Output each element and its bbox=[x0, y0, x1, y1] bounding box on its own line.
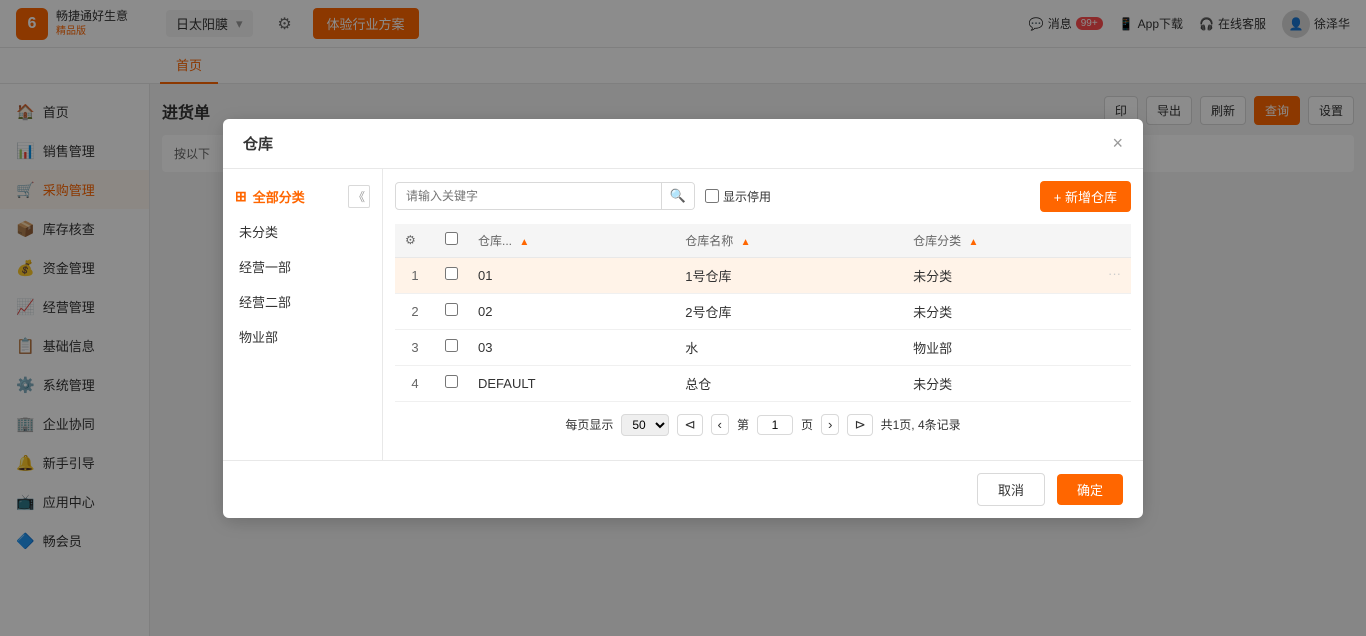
row-category: 未分类 bbox=[903, 293, 1131, 329]
table-row[interactable]: 4 DEFAULT 总仓 未分类 bbox=[395, 365, 1131, 401]
modal-footer: 取消 确定 bbox=[223, 460, 1143, 518]
table-header-row: ⚙ 仓库... ▲ 仓库名称 ▲ bbox=[395, 224, 1131, 258]
row-check bbox=[435, 365, 468, 401]
th-gear: ⚙ bbox=[395, 224, 435, 258]
modal-header: 仓库 × bbox=[223, 119, 1143, 169]
th-check bbox=[435, 224, 468, 258]
row-name: 2号仓库 bbox=[675, 293, 903, 329]
row-checkbox-2[interactable] bbox=[445, 303, 458, 316]
row-checkbox-3[interactable] bbox=[445, 339, 458, 352]
category-header: ⊞ 全部分类 《 bbox=[223, 179, 382, 214]
category-item-ops2[interactable]: 经营二部 bbox=[223, 284, 382, 319]
grid-icon: ⊞ bbox=[235, 188, 247, 205]
warehouse-table: ⚙ 仓库... ▲ 仓库名称 ▲ bbox=[395, 224, 1131, 402]
per-page-select[interactable]: 50 bbox=[621, 414, 669, 436]
row-name: 水 bbox=[675, 329, 903, 365]
page-next-button[interactable]: › bbox=[821, 414, 839, 435]
row-check bbox=[435, 293, 468, 329]
confirm-button[interactable]: 确定 bbox=[1057, 474, 1123, 505]
table-row[interactable]: 2 02 2号仓库 未分类 bbox=[395, 293, 1131, 329]
sort-icon-code: ▲ bbox=[519, 237, 529, 248]
th-code: 仓库... ▲ bbox=[468, 224, 675, 258]
category-item-ops1[interactable]: 经营一部 bbox=[223, 249, 382, 284]
modal-overlay: 仓库 × ⊞ 全部分类 《 未分类 经营一部 bbox=[0, 0, 1366, 636]
th-category: 仓库分类 ▲ bbox=[903, 224, 1131, 258]
page-last-button[interactable]: ⊳ bbox=[847, 414, 872, 436]
table-toolbar: 🔍 显示停用 + 新增仓库 bbox=[395, 181, 1131, 212]
table-row[interactable]: 3 03 水 物业部 bbox=[395, 329, 1131, 365]
sort-icon-name: ▲ bbox=[741, 237, 751, 248]
row-category: 未分类 ··· bbox=[903, 257, 1131, 293]
page-number-input[interactable] bbox=[757, 415, 793, 435]
row-gear: 4 bbox=[395, 365, 435, 401]
category-all-item[interactable]: ⊞ 全部分类 bbox=[235, 187, 305, 206]
search-input-wrap: 🔍 bbox=[395, 182, 695, 210]
row-code: 03 bbox=[468, 329, 675, 365]
search-icon[interactable]: 🔍 bbox=[661, 183, 694, 209]
modal-close-button[interactable]: × bbox=[1112, 134, 1123, 152]
row-checkbox-1[interactable] bbox=[445, 267, 458, 280]
pagination: 每页显示 50 ⊲ ‹ 第 页 › ⊳ 共1页, 4条记录 bbox=[395, 402, 1131, 448]
table-head: ⚙ 仓库... ▲ 仓库名称 ▲ bbox=[395, 224, 1131, 258]
row-gear: 1 bbox=[395, 257, 435, 293]
page-prev-button[interactable]: ‹ bbox=[711, 414, 729, 435]
row-gear: 2 bbox=[395, 293, 435, 329]
table-panel: 🔍 显示停用 + 新增仓库 ⚙ bbox=[383, 169, 1143, 460]
cancel-button[interactable]: 取消 bbox=[977, 473, 1045, 506]
warehouse-modal: 仓库 × ⊞ 全部分类 《 未分类 经营一部 bbox=[223, 119, 1143, 518]
select-all-checkbox[interactable] bbox=[445, 232, 458, 245]
modal-body: ⊞ 全部分类 《 未分类 经营一部 经营二部 物业部 bbox=[223, 169, 1143, 460]
th-name: 仓库名称 ▲ bbox=[675, 224, 903, 258]
row-category: 未分类 bbox=[903, 365, 1131, 401]
collapse-button[interactable]: 《 bbox=[348, 185, 370, 208]
row-check bbox=[435, 329, 468, 365]
row-more-icon-1[interactable]: ··· bbox=[1108, 266, 1121, 281]
category-panel: ⊞ 全部分类 《 未分类 经营一部 经营二部 物业部 bbox=[223, 169, 383, 460]
table-body: 1 01 1号仓库 未分类 ··· 2 02 bbox=[395, 257, 1131, 401]
row-code: DEFAULT bbox=[468, 365, 675, 401]
add-warehouse-button[interactable]: + 新增仓库 bbox=[1040, 181, 1131, 212]
row-code: 02 bbox=[468, 293, 675, 329]
search-input[interactable] bbox=[396, 184, 661, 208]
show-disabled-checkbox[interactable] bbox=[705, 189, 719, 203]
table-row[interactable]: 1 01 1号仓库 未分类 ··· bbox=[395, 257, 1131, 293]
row-checkbox-4[interactable] bbox=[445, 375, 458, 388]
row-code: 01 bbox=[468, 257, 675, 293]
row-gear: 3 bbox=[395, 329, 435, 365]
category-item-property[interactable]: 物业部 bbox=[223, 319, 382, 354]
row-name: 1号仓库 bbox=[675, 257, 903, 293]
page-first-button[interactable]: ⊲ bbox=[677, 414, 702, 436]
sort-icon-category: ▲ bbox=[968, 237, 978, 248]
row-name: 总仓 bbox=[675, 365, 903, 401]
row-check bbox=[435, 257, 468, 293]
modal-title: 仓库 bbox=[243, 133, 273, 154]
category-item-unclassified[interactable]: 未分类 bbox=[223, 214, 382, 249]
row-category: 物业部 bbox=[903, 329, 1131, 365]
show-disabled-wrap: 显示停用 bbox=[705, 188, 771, 205]
